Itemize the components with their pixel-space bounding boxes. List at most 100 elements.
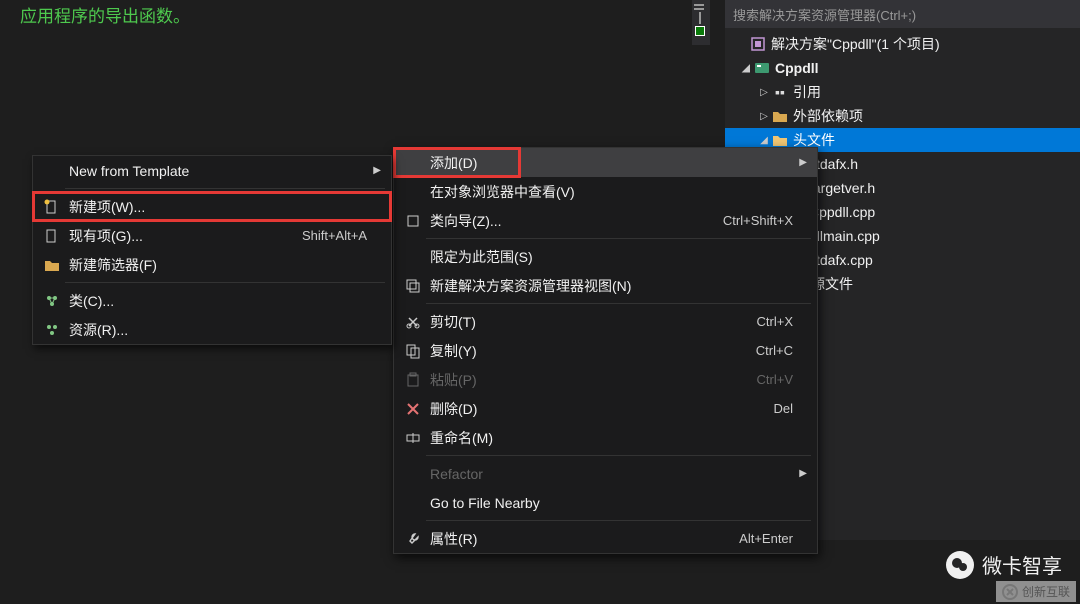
add-submenu: New from Template ▶ 新建项(W)... 现有项(G)... … — [32, 155, 392, 345]
watermark-main: 微卡智享 — [946, 550, 1062, 579]
menu-add[interactable]: 添加(D) ▶ — [394, 148, 817, 177]
menu-separator — [65, 188, 385, 189]
submenu-new-filter[interactable]: 新建筛选器(F) — [33, 250, 391, 279]
references-label: 引用 — [793, 82, 821, 102]
menu-label: 添加(D) — [426, 153, 793, 173]
menu-shortcut: Ctrl+X — [757, 314, 793, 329]
class-icon — [39, 293, 65, 309]
project-node[interactable]: ◢ Cppdll — [725, 56, 1080, 80]
watermark-bottom-text: 创新互联 — [1022, 583, 1070, 600]
menu-properties[interactable]: 属性(R) Alt+Enter — [394, 524, 817, 553]
menu-separator — [426, 238, 811, 239]
menu-shortcut: Ctrl+V — [757, 372, 793, 387]
submenu-class[interactable]: 类(C)... — [33, 286, 391, 315]
collapse-icon[interactable]: ◢ — [739, 63, 753, 74]
file-label: stdafx.cpp — [809, 252, 873, 268]
solution-node[interactable]: 解决方案"Cppdll"(1 个项目) — [725, 32, 1080, 56]
menu-separator — [65, 282, 385, 283]
watermark-bottom: 创新互联 — [996, 581, 1076, 602]
menu-paste: 粘贴(P) Ctrl+V — [394, 365, 817, 394]
cut-icon — [400, 314, 426, 330]
references-icon: ▪▪ — [771, 84, 789, 100]
editor-minimap-scrollbar[interactable] — [692, 0, 710, 45]
menu-label: 资源(R)... — [65, 320, 367, 340]
new-item-icon — [39, 199, 65, 215]
menu-label: 剪切(T) — [426, 312, 757, 332]
submenu-arrow-icon: ▶ — [793, 157, 807, 168]
submenu-existing-item[interactable]: 现有项(G)... Shift+Alt+A — [33, 221, 391, 250]
menu-shortcut: Ctrl+C — [756, 343, 793, 358]
menu-label: 限定为此范围(S) — [426, 247, 793, 267]
delete-icon — [400, 401, 426, 417]
solution-label: 解决方案"Cppdll"(1 个项目) — [771, 34, 940, 54]
external-deps-node[interactable]: ▷ 外部依赖项 — [725, 104, 1080, 128]
wechat-icon — [946, 551, 974, 579]
submenu-arrow-icon: ▶ — [367, 165, 381, 176]
expand-icon[interactable]: ▷ — [757, 111, 771, 122]
menu-label: Refactor — [426, 466, 793, 482]
search-placeholder-text: 搜索解决方案资源管理器(Ctrl+;) — [733, 5, 916, 24]
folder-icon — [771, 132, 789, 148]
menu-label: 类(C)... — [65, 291, 367, 311]
menu-label: New from Template — [65, 163, 367, 179]
expand-icon[interactable]: ▷ — [757, 87, 771, 98]
menu-rename[interactable]: 重命名(M) — [394, 423, 817, 452]
resource-icon — [39, 322, 65, 338]
menu-separator — [426, 520, 811, 521]
menu-go-to-file-nearby[interactable]: Go to File Nearby — [394, 488, 817, 517]
menu-class-wizard[interactable]: 类向导(Z)... Ctrl+Shift+X — [394, 206, 817, 235]
folder-icon — [771, 108, 789, 124]
rename-icon — [400, 430, 426, 446]
project-icon — [753, 60, 771, 76]
file-label: Cppdll.cpp — [809, 204, 875, 220]
menu-label: 在对象浏览器中查看(V) — [426, 182, 793, 202]
menu-label: 复制(Y) — [426, 341, 756, 361]
menu-label: 重命名(M) — [426, 428, 793, 448]
menu-label: 新建解决方案资源管理器视图(N) — [426, 276, 793, 296]
submenu-new-item[interactable]: 新建项(W)... — [33, 192, 391, 221]
menu-new-solution-view[interactable]: 新建解决方案资源管理器视图(N) — [394, 271, 817, 300]
paste-icon — [400, 372, 426, 388]
wrench-icon — [400, 531, 426, 547]
menu-separator — [426, 303, 811, 304]
menu-label: 新建项(W)... — [65, 197, 367, 217]
submenu-arrow-icon: ▶ — [793, 468, 807, 479]
new-filter-icon — [39, 257, 65, 273]
logo-icon — [1002, 584, 1018, 600]
menu-limit-scope[interactable]: 限定为此范围(S) — [394, 242, 817, 271]
menu-view-in-object-browser[interactable]: 在对象浏览器中查看(V) — [394, 177, 817, 206]
menu-label: 类向导(Z)... — [426, 211, 723, 231]
submenu-new-from-template[interactable]: New from Template ▶ — [33, 156, 391, 185]
menu-label: 现有项(G)... — [65, 226, 302, 246]
menu-label: 属性(R) — [426, 529, 739, 549]
watermark-text: 微卡智享 — [982, 550, 1062, 579]
external-deps-label: 外部依赖项 — [793, 106, 863, 126]
menu-shortcut: Del — [773, 401, 793, 416]
menu-cut[interactable]: 剪切(T) Ctrl+X — [394, 307, 817, 336]
context-menu: 添加(D) ▶ 在对象浏览器中查看(V) 类向导(Z)... Ctrl+Shif… — [393, 147, 818, 554]
solution-search-input[interactable]: 搜索解决方案资源管理器(Ctrl+;) — [725, 0, 1080, 28]
menu-separator — [426, 455, 811, 456]
menu-label: 删除(D) — [426, 399, 773, 419]
menu-delete[interactable]: 删除(D) Del — [394, 394, 817, 423]
menu-shortcut: Ctrl+Shift+X — [723, 213, 793, 228]
new-view-icon — [400, 278, 426, 294]
solution-icon — [749, 36, 767, 52]
file-label: dllmain.cpp — [809, 228, 880, 244]
menu-shortcut: Shift+Alt+A — [302, 228, 367, 243]
copy-icon — [400, 343, 426, 359]
project-label: Cppdll — [775, 60, 819, 76]
menu-shortcut: Alt+Enter — [739, 531, 793, 546]
menu-label: 新建筛选器(F) — [65, 255, 367, 275]
class-wizard-icon — [400, 213, 426, 229]
menu-label: Go to File Nearby — [426, 495, 793, 511]
references-node[interactable]: ▷ ▪▪ 引用 — [725, 80, 1080, 104]
menu-label: 粘贴(P) — [426, 370, 757, 390]
file-label: targetver.h — [809, 180, 875, 196]
menu-refactor: Refactor ▶ — [394, 459, 817, 488]
existing-item-icon — [39, 228, 65, 244]
submenu-resource[interactable]: 资源(R)... — [33, 315, 391, 344]
collapse-icon[interactable]: ◢ — [757, 135, 771, 146]
menu-copy[interactable]: 复制(Y) Ctrl+C — [394, 336, 817, 365]
code-comment-line: 应用程序的导出函数。 — [20, 2, 190, 27]
